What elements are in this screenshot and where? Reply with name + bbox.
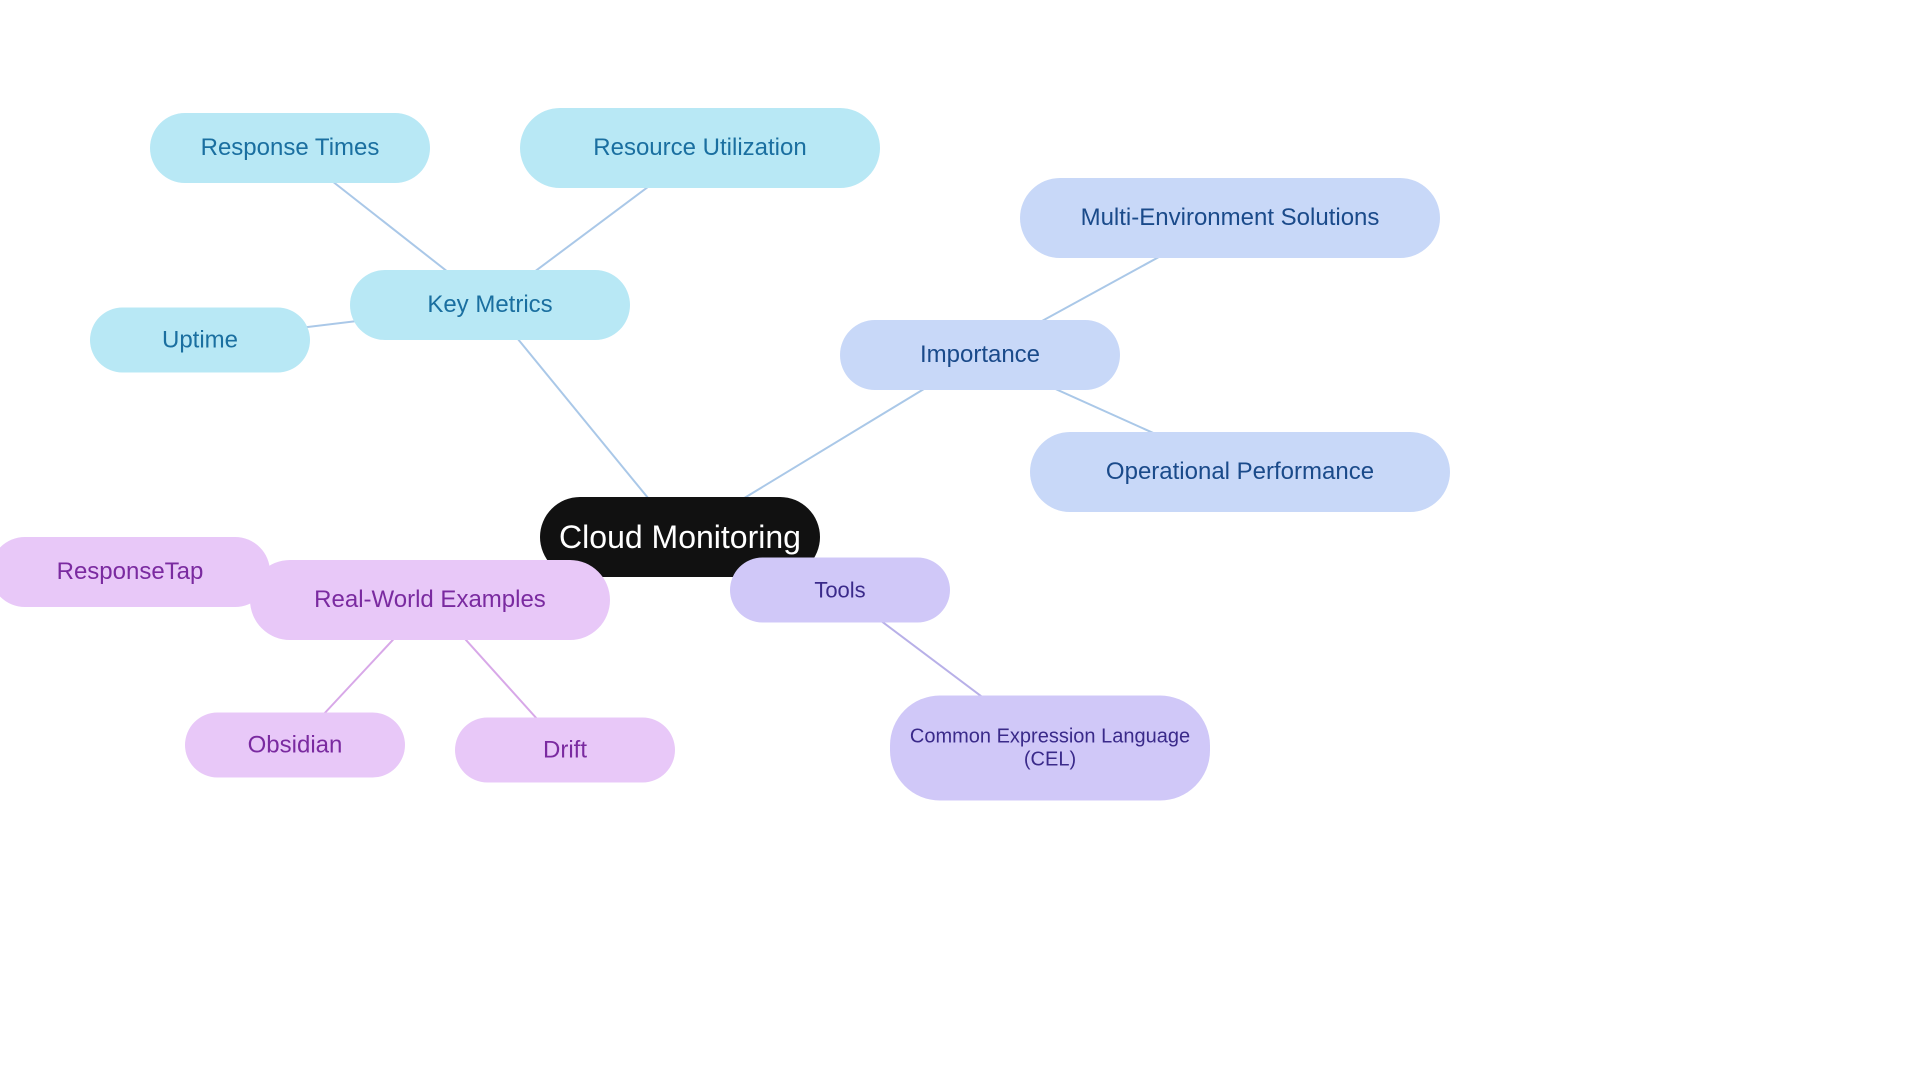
- node-real-world-examples[interactable]: Real-World Examples: [250, 560, 610, 640]
- node-operational-performance[interactable]: Operational Performance: [1030, 432, 1450, 512]
- node-resource-utilization[interactable]: Resource Utilization: [520, 108, 880, 188]
- node-cel[interactable]: Common Expression Language (CEL): [890, 696, 1210, 801]
- node-response-times[interactable]: Response Times: [150, 113, 430, 183]
- node-key-metrics[interactable]: Key Metrics: [350, 270, 630, 340]
- node-multi-environment[interactable]: Multi-Environment Solutions: [1020, 178, 1440, 258]
- node-importance[interactable]: Importance: [840, 320, 1120, 390]
- node-tools[interactable]: Tools: [730, 558, 950, 623]
- node-drift[interactable]: Drift: [455, 718, 675, 783]
- node-obsidian[interactable]: Obsidian: [185, 713, 405, 778]
- node-responsetap[interactable]: ResponseTap: [0, 537, 270, 607]
- node-uptime[interactable]: Uptime: [90, 308, 310, 373]
